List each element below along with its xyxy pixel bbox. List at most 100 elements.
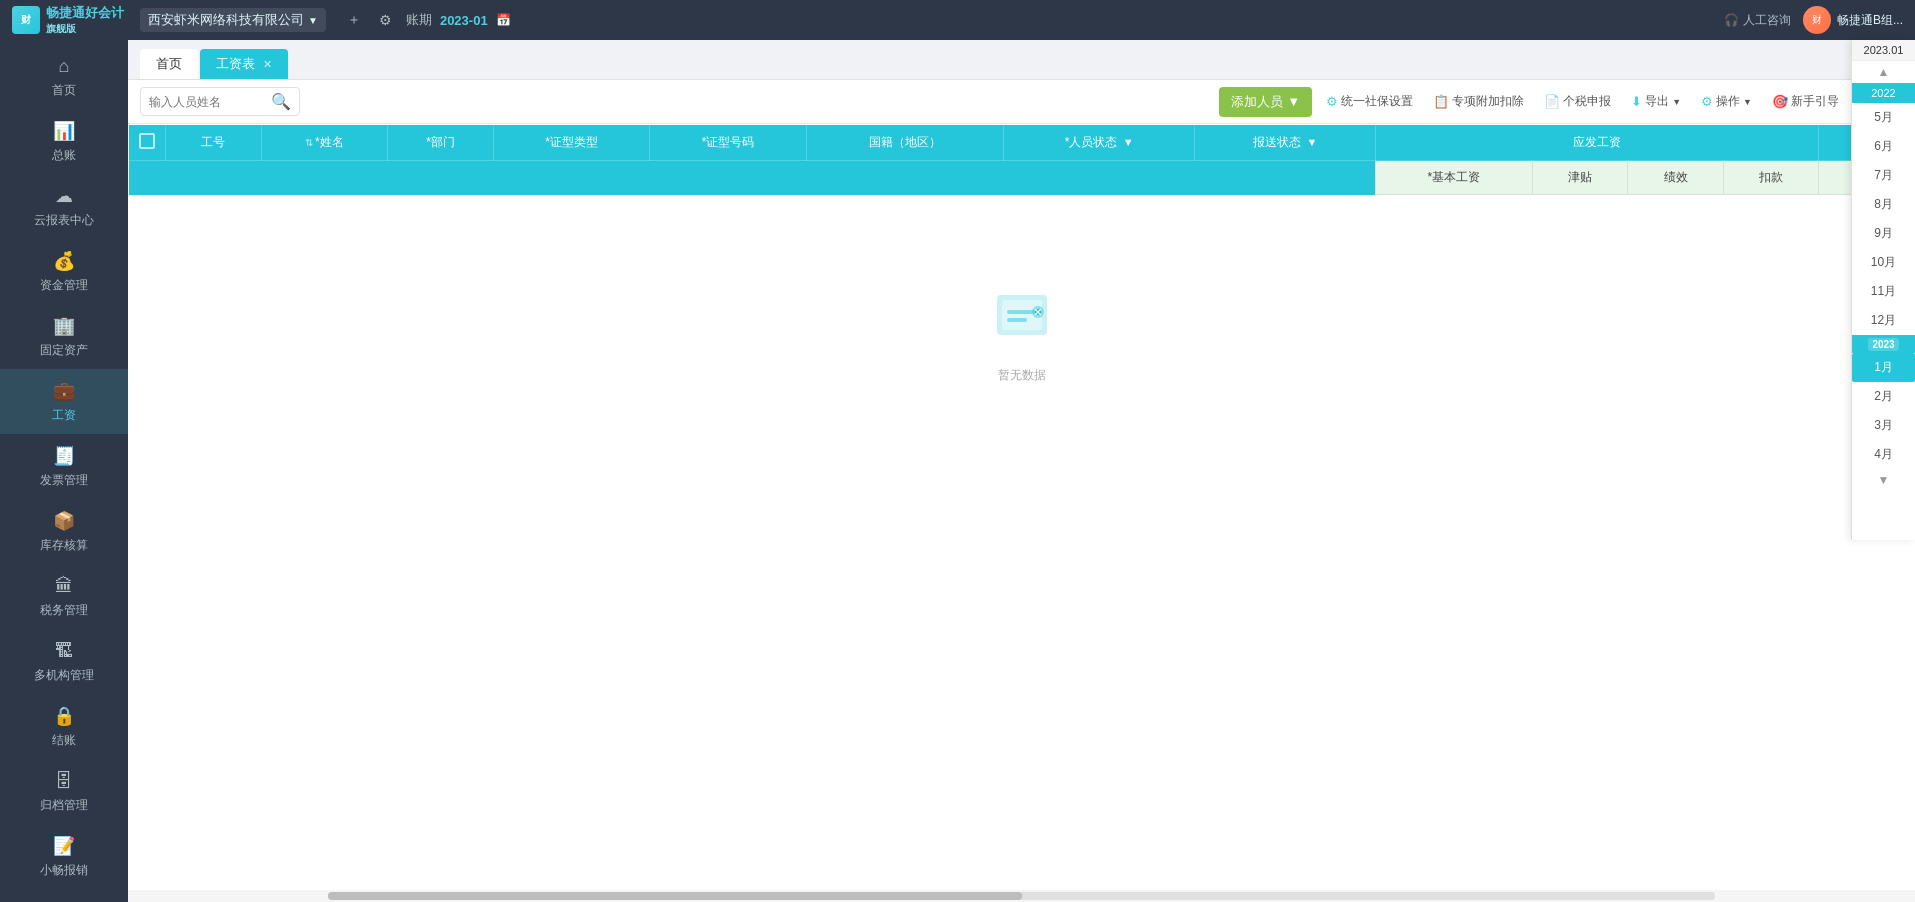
top-header: 财 畅捷通好会计 旗舰版 西安虾米网络科技有限公司 ▼ ＋ ⚙ 账期 2023-… — [0, 0, 1915, 40]
tax-deduct-button[interactable]: 📋 专项附加扣除 — [1427, 89, 1530, 114]
header-should-pay: 应发工资 — [1376, 125, 1819, 161]
content-area: 首页 工资表 ✕ 🔍 添加人员 ▼ ⚙ 统一社保设置 📋 — [128, 40, 1915, 902]
sidebar-item-invoice[interactable]: 🧾 发票管理 — [0, 434, 128, 499]
sidebar-item-label: 结账 — [52, 732, 76, 749]
logo-area: 财 畅捷通好会计 旗舰版 — [12, 4, 132, 36]
calendar-month-5[interactable]: 5月 — [1852, 103, 1915, 132]
calendar-month-11[interactable]: 11月 — [1852, 277, 1915, 306]
calendar-month-1[interactable]: 1月 — [1852, 353, 1915, 382]
tab-close-icon[interactable]: ✕ — [263, 58, 272, 70]
year-badge: 2023 — [1868, 338, 1898, 351]
sidebar-item-label: 归档管理 — [40, 797, 88, 814]
calendar-month-12[interactable]: 12月 — [1852, 306, 1915, 335]
header-checkbox[interactable] — [139, 133, 155, 149]
sidebar-item-asset[interactable]: 🏢 固定资产 — [0, 304, 128, 369]
sidebar-item-ledger[interactable]: 📊 总账 — [0, 109, 128, 174]
sidebar-item-label: 固定资产 — [40, 342, 88, 359]
sidebar-item-label: 小畅报销 — [40, 862, 88, 879]
new-guide-button[interactable]: 🎯 新手引导 — [1766, 89, 1845, 114]
operation-button[interactable]: ⚙ 操作 ▼ — [1695, 89, 1758, 114]
logo-text: 畅捷通好会计 旗舰版 — [46, 4, 124, 36]
report-status-filter-icon[interactable]: ▼ — [1306, 136, 1317, 148]
multi-icon: 🏗 — [52, 639, 76, 663]
tab-home[interactable]: 首页 — [140, 49, 198, 79]
empty-state: 暂无数据 — [129, 195, 1915, 464]
personal-tax-label: 个税申报 — [1563, 93, 1611, 110]
tab-salary[interactable]: 工资表 ✕ — [200, 49, 288, 79]
calendar-period-display: 2023.01 — [1852, 40, 1915, 61]
calendar-month-9[interactable]: 9月 — [1852, 219, 1915, 248]
table-container: 工号 ⇅ *姓名 *部门 *证型类型 *证型号码 国籍（地区） — [128, 124, 1915, 890]
sidebar-item-label: 首页 — [52, 82, 76, 99]
sidebar-item-home[interactable]: ⌂ 首页 — [0, 44, 128, 109]
sidebar-item-fund[interactable]: 💰 资金管理 — [0, 239, 128, 304]
company-name: 西安虾米网络科技有限公司 — [148, 11, 304, 29]
sub-header-deduction: 扣款 — [1723, 161, 1819, 195]
table-header-row1: 工号 ⇅ *姓名 *部门 *证型类型 *证型号码 国籍（地区） — [129, 125, 1915, 161]
social-settings-button[interactable]: ⚙ 统一社保设置 — [1320, 89, 1419, 114]
sidebar-item-multi[interactable]: 🏗 多机构管理 — [0, 629, 128, 694]
close-books-icon: 🔒 — [52, 704, 76, 728]
add-person-button[interactable]: 添加人员 ▼ — [1219, 87, 1312, 117]
archive-icon: 🗄 — [52, 769, 76, 793]
tax-deduct-icon: 📋 — [1433, 94, 1449, 109]
calendar-month-4[interactable]: 4月 — [1852, 440, 1915, 469]
ledger-icon: 📊 — [52, 119, 76, 143]
operation-arrow-icon: ▼ — [1743, 97, 1752, 107]
avatar: 财 — [1803, 6, 1831, 34]
calendar-month-3[interactable]: 3月 — [1852, 411, 1915, 440]
salary-table: 工号 ⇅ *姓名 *部门 *证型类型 *证型号码 国籍（地区） — [128, 124, 1915, 464]
sidebar-item-inventory[interactable]: 📦 库存核算 — [0, 499, 128, 564]
dropdown-arrow-icon: ▼ — [1287, 94, 1300, 109]
sidebar-item-salary[interactable]: 💼 工资 — [0, 369, 128, 434]
search-input[interactable] — [149, 95, 267, 109]
social-icon: ⚙ — [1326, 94, 1338, 109]
sidebar-item-report[interactable]: ☁ 云报表中心 — [0, 174, 128, 239]
calendar-month-7[interactable]: 7月 — [1852, 161, 1915, 190]
operation-icon: ⚙ — [1701, 94, 1713, 109]
calendar-icon[interactable]: 📅 — [496, 13, 511, 27]
header-report-status: 报送状态 ▼ — [1195, 125, 1376, 161]
sidebar-item-close[interactable]: 🔒 结账 — [0, 694, 128, 759]
sidebar-item-label: 库存核算 — [40, 537, 88, 554]
tab-salary-label: 工资表 — [216, 56, 255, 71]
sidebar-item-expense[interactable]: 📝 小畅报销 — [0, 824, 128, 889]
operation-label: 操作 — [1716, 93, 1740, 110]
sidebar-item-settings[interactable]: ⚙ 基础设置 — [0, 889, 128, 902]
scrollbar-thumb[interactable] — [328, 892, 1022, 900]
header-actions: ＋ ⚙ 账期 2023-01 📅 — [342, 8, 511, 32]
sort-icon: ⇅ — [305, 137, 313, 148]
settings-icon[interactable]: ⚙ — [374, 8, 398, 32]
export-button[interactable]: ⬇ 导出 ▼ — [1625, 89, 1687, 114]
calendar-year-2022: 2022 — [1852, 83, 1915, 103]
h-scrollbar[interactable] — [128, 890, 1915, 902]
calendar-month-10[interactable]: 10月 — [1852, 248, 1915, 277]
sidebar-item-tax[interactable]: 🏛 税务管理 — [0, 564, 128, 629]
header-person-status: *人员状态 ▼ — [1004, 125, 1195, 161]
export-icon: ⬇ — [1631, 94, 1642, 109]
top-right: 🎧 人工咨询 财 畅捷通B组... — [1724, 6, 1903, 34]
calendar-month-8[interactable]: 8月 — [1852, 190, 1915, 219]
calendar-down-nav[interactable]: ▼ — [1852, 469, 1915, 491]
add-person-label: 添加人员 — [1231, 93, 1283, 111]
sidebar-item-label: 多机构管理 — [34, 667, 94, 684]
search-icon: 🔍 — [271, 92, 291, 111]
calendar-up-nav[interactable]: ▲ — [1852, 61, 1915, 83]
add-icon[interactable]: ＋ — [342, 8, 366, 32]
company-selector[interactable]: 西安虾米网络科技有限公司 ▼ — [140, 8, 326, 32]
calendar-panel: 2023.01 ▲ 2022 5月 6月 7月 8月 9月 10月 11月 12… — [1851, 40, 1915, 540]
personal-tax-button[interactable]: 📄 个税申报 — [1538, 89, 1617, 114]
sidebar-item-label: 税务管理 — [40, 602, 88, 619]
person-status-filter-icon[interactable]: ▼ — [1123, 136, 1134, 148]
asset-icon: 🏢 — [52, 314, 76, 338]
user-info[interactable]: 财 畅捷通B组... — [1803, 6, 1903, 34]
calendar-month-2[interactable]: 2月 — [1852, 382, 1915, 411]
help-button[interactable]: 🎧 人工咨询 — [1724, 12, 1791, 29]
invoice-icon: 🧾 — [52, 444, 76, 468]
calendar-month-6[interactable]: 6月 — [1852, 132, 1915, 161]
header-checkbox-cell[interactable] — [129, 125, 166, 161]
sidebar-item-archive[interactable]: 🗄 归档管理 — [0, 759, 128, 824]
header-dept: *部门 — [388, 125, 493, 161]
help-label: 人工咨询 — [1743, 12, 1791, 29]
search-box[interactable]: 🔍 — [140, 87, 300, 116]
